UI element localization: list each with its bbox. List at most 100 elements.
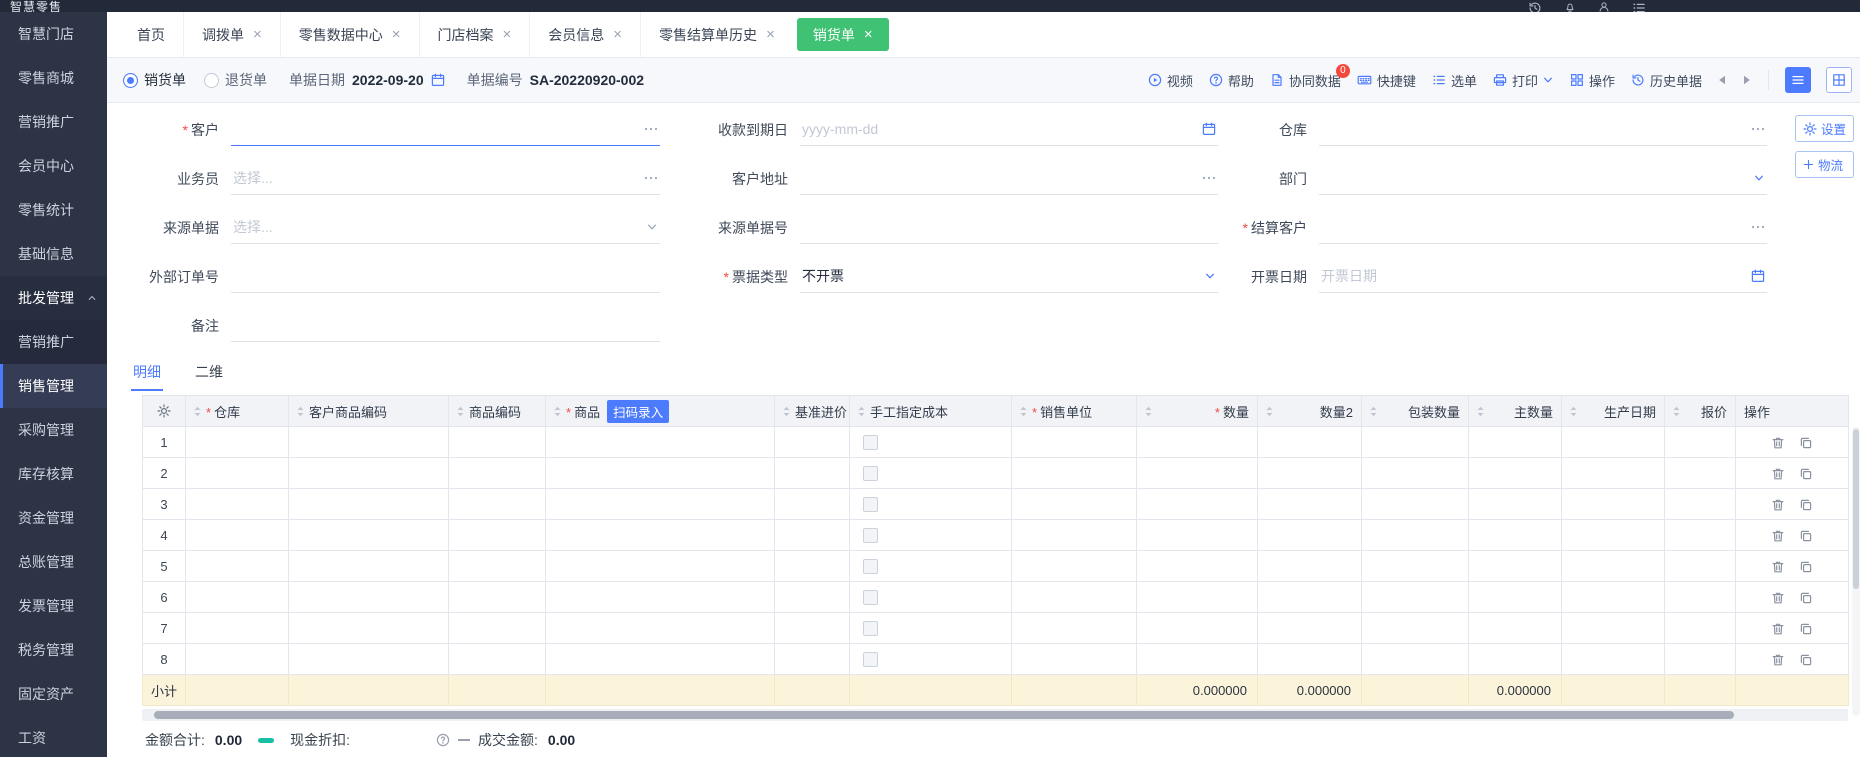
column-header-0[interactable] xyxy=(142,395,186,427)
delete-row-icon[interactable] xyxy=(1771,436,1785,450)
grid-cell[interactable] xyxy=(849,457,1012,489)
sidebar-item-15[interactable]: 固定资产 xyxy=(0,672,107,716)
sidebar-item-9[interactable]: 采购管理 xyxy=(0,408,107,452)
sort-icon[interactable] xyxy=(554,406,561,417)
grid-cell[interactable] xyxy=(1011,643,1137,675)
grid-cell[interactable] xyxy=(448,643,546,675)
sidebar-item-6[interactable]: 批发管理 xyxy=(0,276,107,320)
grid-cell[interactable] xyxy=(849,581,1012,613)
grid-cell[interactable] xyxy=(1136,643,1258,675)
grid-cell[interactable] xyxy=(1257,550,1362,582)
field-input[interactable] xyxy=(231,261,660,293)
grid-cell[interactable] xyxy=(1664,457,1736,489)
sidebar-item-10[interactable]: 库存核算 xyxy=(0,452,107,496)
close-icon[interactable]: × xyxy=(253,27,262,42)
calendar-icon[interactable] xyxy=(1202,122,1216,136)
grid-cell[interactable] xyxy=(288,581,449,613)
grid-cell[interactable] xyxy=(1361,457,1469,489)
grid-cell[interactable] xyxy=(1735,643,1849,675)
sort-icon[interactable] xyxy=(858,406,865,417)
manual-cost-checkbox[interactable] xyxy=(863,652,878,668)
grid-cell[interactable] xyxy=(288,488,449,520)
grid-cell[interactable] xyxy=(448,426,546,458)
manual-cost-checkbox[interactable] xyxy=(863,435,878,451)
grid-cell[interactable] xyxy=(1361,550,1469,582)
grid-cell[interactable] xyxy=(1468,426,1562,458)
sort-icon[interactable] xyxy=(1477,406,1484,417)
sort-icon[interactable] xyxy=(1673,406,1680,417)
radio-return-order[interactable]: 退货单 xyxy=(204,70,267,90)
ellipsis-icon[interactable] xyxy=(1751,225,1765,230)
column-header-11[interactable]: 主数量 xyxy=(1468,395,1562,427)
grid-cell[interactable] xyxy=(1011,550,1137,582)
tab-5[interactable]: 零售结算单历史 × xyxy=(640,12,793,57)
grid-cell[interactable] xyxy=(774,488,850,520)
grid-cell[interactable] xyxy=(1361,643,1469,675)
sidebar-item-3[interactable]: 会员中心 xyxy=(0,144,107,188)
grid-cell[interactable] xyxy=(1561,519,1665,551)
grid-cell[interactable] xyxy=(288,519,449,551)
grid-cell[interactable] xyxy=(1468,643,1562,675)
toolbar-action-1[interactable]: 帮助 xyxy=(1209,71,1254,90)
grid-cell[interactable] xyxy=(1011,488,1137,520)
grid-cell[interactable] xyxy=(1664,488,1736,520)
grid-cell[interactable] xyxy=(1257,488,1362,520)
grid-cell[interactable] xyxy=(1361,426,1469,458)
ellipsis-icon[interactable] xyxy=(1751,127,1765,132)
toolbar-action-7[interactable]: 历史单据 xyxy=(1631,71,1702,90)
field-input[interactable]: 不开票 xyxy=(800,261,1218,293)
grid-cell[interactable] xyxy=(1468,612,1562,644)
grid-cell[interactable] xyxy=(1468,550,1562,582)
sidebar-item-14[interactable]: 税务管理 xyxy=(0,628,107,672)
sort-icon[interactable] xyxy=(1020,406,1027,417)
grid-cell[interactable] xyxy=(185,612,289,644)
detail-tab-0[interactable]: 明细 xyxy=(131,360,163,391)
column-header-9[interactable]: 数量2 xyxy=(1257,395,1362,427)
sidebar-item-4[interactable]: 零售统计 xyxy=(0,188,107,232)
grid-cell[interactable] xyxy=(1011,426,1137,458)
vertical-scrollbar[interactable] xyxy=(1852,427,1860,716)
grid-cell[interactable] xyxy=(1257,426,1362,458)
close-icon[interactable]: × xyxy=(503,27,512,42)
copy-row-icon[interactable] xyxy=(1799,498,1813,512)
grid-cell[interactable] xyxy=(1561,550,1665,582)
grid-cell[interactable] xyxy=(1735,612,1849,644)
column-header-8[interactable]: * 数量 xyxy=(1136,395,1258,427)
grid-cell[interactable] xyxy=(849,612,1012,644)
grid-cell[interactable] xyxy=(1136,612,1258,644)
copy-row-icon[interactable] xyxy=(1799,560,1813,574)
manual-cost-checkbox[interactable] xyxy=(863,621,878,637)
side-button-1[interactable]: 物流 xyxy=(1794,151,1854,178)
calendar-icon[interactable] xyxy=(431,73,445,87)
grid-cell[interactable] xyxy=(849,643,1012,675)
horizontal-scrollbar[interactable] xyxy=(142,709,1848,721)
sidebar-item-12[interactable]: 总账管理 xyxy=(0,540,107,584)
toolbar-action-3[interactable]: 快捷键 xyxy=(1357,71,1416,90)
manual-cost-checkbox[interactable] xyxy=(863,590,878,606)
column-header-4[interactable]: * 商品 扫码录入 xyxy=(545,395,775,427)
grid-cell[interactable] xyxy=(545,426,775,458)
grid-cell[interactable] xyxy=(1257,457,1362,489)
sidebar-item-1[interactable]: 零售商城 xyxy=(0,56,107,100)
close-icon[interactable]: × xyxy=(766,27,775,42)
field-input[interactable] xyxy=(800,163,1218,195)
grid-cell[interactable] xyxy=(1011,457,1137,489)
grid-cell[interactable] xyxy=(1735,519,1849,551)
sort-icon[interactable] xyxy=(783,406,790,417)
tab-1[interactable]: 调拨单 × xyxy=(183,12,280,57)
delete-row-icon[interactable] xyxy=(1771,467,1785,481)
chevron-down-icon[interactable] xyxy=(646,221,658,233)
grid-cell[interactable] xyxy=(545,612,775,644)
vertical-scrollbar-thumb[interactable] xyxy=(1853,429,1859,589)
column-header-7[interactable]: * 销售单位 xyxy=(1011,395,1137,427)
grid-cell[interactable] xyxy=(849,519,1012,551)
grid-cell[interactable] xyxy=(185,581,289,613)
delete-row-icon[interactable] xyxy=(1771,498,1785,512)
radio-sales-order[interactable]: 销货单 xyxy=(123,70,186,90)
grid-cell[interactable] xyxy=(1257,643,1362,675)
sidebar-item-11[interactable]: 资金管理 xyxy=(0,496,107,540)
column-header-1[interactable]: * 仓库 xyxy=(185,395,289,427)
grid-cell[interactable] xyxy=(1361,488,1469,520)
sidebar-item-7[interactable]: 营销推广 xyxy=(0,320,107,364)
sidebar-item-8[interactable]: 销售管理 xyxy=(0,364,107,408)
